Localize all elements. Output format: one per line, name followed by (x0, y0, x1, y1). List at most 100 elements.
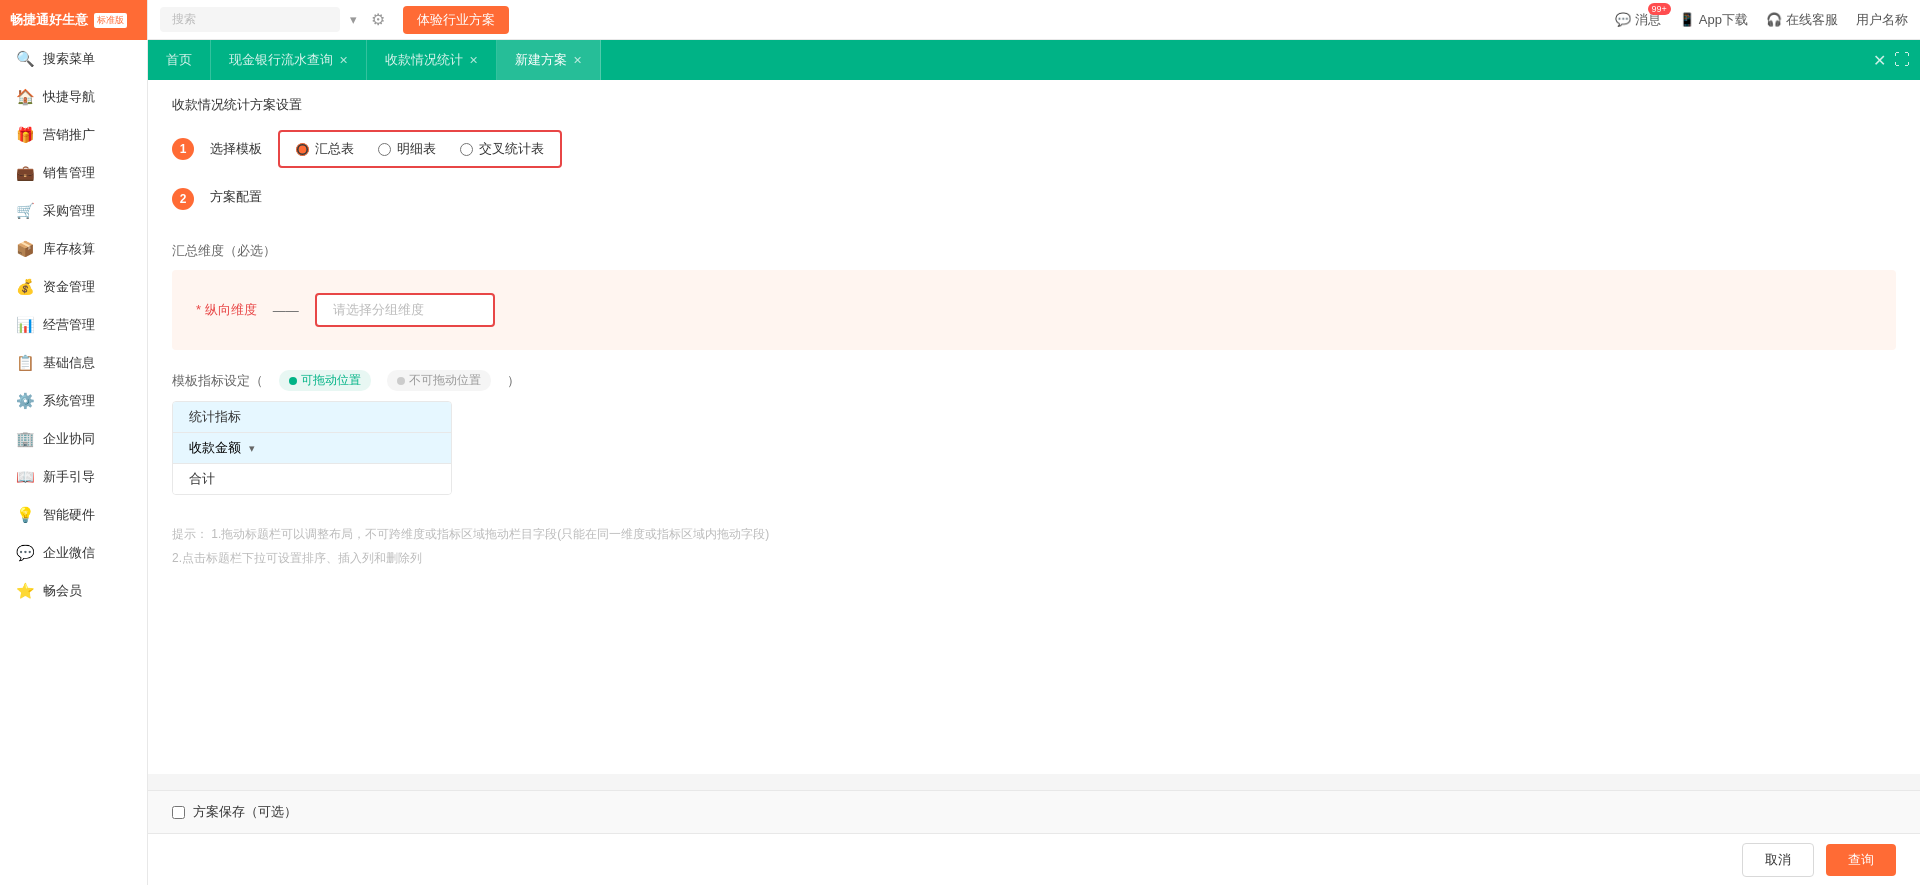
top-header: 搜索 ▾ ⚙ 体验行业方案 💬 消息 99+ 📱 App下载 🎧 在线客服 用户… (148, 0, 1920, 40)
save-checkbox[interactable] (172, 806, 185, 819)
cancel-button[interactable]: 取消 (1742, 843, 1814, 877)
page-content: 收款情况统计方案设置 1 选择模板 汇总表 明细表 交叉统计 (148, 80, 1920, 833)
trial-button[interactable]: 体验行业方案 (403, 6, 509, 34)
close-window-icon[interactable]: ✕ (1873, 51, 1886, 70)
sales-icon: 💼 (16, 164, 35, 182)
step2-section: 2 方案配置 (172, 188, 1896, 210)
logo-badge: 标准版 (94, 13, 127, 28)
draggable-badge: 可拖动位置 (279, 370, 371, 391)
dropdown-arrow-icon[interactable]: ▾ (350, 12, 357, 27)
wechat-icon: 💬 (16, 544, 35, 562)
sidebar-item-sales[interactable]: 💼 销售管理 (0, 154, 147, 192)
sidebar-logo: 畅捷通好生意 标准版 (0, 0, 147, 40)
radio-detail-input[interactable] (378, 143, 391, 156)
footer-bar: 取消 查询 (148, 833, 1920, 885)
service-icon: 🎧 (1766, 12, 1782, 27)
sidebar-item-label: 经营管理 (43, 316, 95, 334)
user-name[interactable]: 用户名称 (1856, 11, 1908, 29)
guide-icon: 📖 (16, 468, 35, 486)
radio-detail[interactable]: 明细表 (378, 140, 436, 158)
sidebar-item-vip[interactable]: ⭐ 畅会员 (0, 572, 147, 610)
radio-cross-input[interactable] (460, 143, 473, 156)
vertical-dimension-label: * 纵向维度 (196, 301, 257, 319)
sidebar-item-operations[interactable]: 📊 经营管理 (0, 306, 147, 344)
radio-detail-label: 明细表 (397, 140, 436, 158)
draggable-dot (289, 377, 297, 385)
sidebar-item-enterprise[interactable]: 🏢 企业协同 (0, 420, 147, 458)
search-bar[interactable]: 搜索 (160, 7, 340, 32)
tab-bank-flow[interactable]: 现金银行流水查询 ✕ (211, 40, 367, 80)
save-label: 方案保存（可选） (193, 803, 297, 821)
notification-item[interactable]: 💬 消息 99+ (1615, 11, 1661, 29)
tab-receipt-stats-label: 收款情况统计 (385, 51, 463, 69)
sidebar-item-label: 企业协同 (43, 430, 95, 448)
tab-home[interactable]: 首页 (148, 40, 211, 80)
dimension-row: * 纵向维度 —— 请选择分组维度 (196, 293, 495, 327)
tab-bar-actions: ✕ ⛶ (1863, 40, 1920, 80)
tab-home-label: 首页 (166, 51, 192, 69)
page-title: 收款情况统计方案设置 (172, 96, 1896, 114)
dimension-select[interactable]: 请选择分组维度 (315, 293, 495, 327)
receipt-amount-dropdown-icon[interactable]: ▾ (249, 442, 255, 455)
indicator-section: 模板指标设定（ 可拖动位置 不可拖动位置 ） 统计指标 收款金额 (172, 370, 1896, 498)
service-label: 在线客服 (1786, 11, 1838, 29)
sidebar: 畅捷通好生意 标准版 🔍 搜索菜单 🏠 快捷导航 🎁 营销推广 💼 销售管理 🛒… (0, 0, 148, 885)
receipt-amount-label: 收款金额 (189, 439, 241, 457)
dimension-arrow: —— (273, 303, 299, 318)
sidebar-item-marketing[interactable]: 🎁 营销推广 (0, 116, 147, 154)
hint-1: 提示： 1.拖动标题栏可以调整布局，不可跨维度或指标区域拖动栏目字段(只能在同一… (172, 522, 1896, 546)
dimension-section-label: 汇总维度（必选） (172, 242, 1896, 260)
sidebar-item-quick-nav[interactable]: 🏠 快捷导航 (0, 78, 147, 116)
hint-2: 2.点击标题栏下拉可设置排序、插入列和删除列 (172, 546, 1896, 570)
sidebar-item-basic-info[interactable]: 📋 基础信息 (0, 344, 147, 382)
sidebar-item-finance[interactable]: 💰 资金管理 (0, 268, 147, 306)
sidebar-item-hardware[interactable]: 💡 智能硬件 (0, 496, 147, 534)
basic-info-icon: 📋 (16, 354, 35, 372)
radio-summary-input[interactable] (296, 143, 309, 156)
sidebar-item-guide[interactable]: 📖 新手引导 (0, 458, 147, 496)
receipt-amount-row[interactable]: 收款金额 ▾ (173, 433, 451, 464)
sidebar-item-label: 库存核算 (43, 240, 95, 258)
app-download-item[interactable]: 📱 App下载 (1679, 11, 1748, 29)
purchase-icon: 🛒 (16, 202, 35, 220)
search-menu-icon: 🔍 (16, 50, 35, 68)
tab-new-plan-label: 新建方案 (515, 51, 567, 69)
radio-cross[interactable]: 交叉统计表 (460, 140, 544, 158)
sidebar-item-system[interactable]: ⚙️ 系统管理 (0, 382, 147, 420)
expand-window-icon[interactable]: ⛶ (1894, 51, 1910, 69)
home-icon: 🏠 (16, 88, 35, 106)
tab-new-plan-close[interactable]: ✕ (573, 54, 582, 67)
logo-text: 畅捷通好生意 (10, 11, 88, 29)
sidebar-item-search-menu[interactable]: 🔍 搜索菜单 (0, 40, 147, 78)
radio-cross-label: 交叉统计表 (479, 140, 544, 158)
radio-summary[interactable]: 汇总表 (296, 140, 354, 158)
sidebar-item-label: 采购管理 (43, 202, 95, 220)
step1-badge: 1 (172, 138, 194, 160)
tab-bank-flow-close[interactable]: ✕ (339, 54, 348, 67)
stats-label: 统计指标 (173, 402, 451, 433)
tab-new-plan[interactable]: 新建方案 ✕ (497, 40, 601, 80)
notification-badge: 99+ (1648, 3, 1671, 15)
step2-badge: 2 (172, 188, 194, 210)
vip-icon: ⭐ (16, 582, 35, 600)
total-row: 合计 (173, 464, 451, 494)
gift-icon: 🎁 (16, 126, 35, 144)
gear-icon[interactable]: ⚙ (371, 10, 385, 29)
tab-receipt-stats[interactable]: 收款情况统计 ✕ (367, 40, 497, 80)
tab-bank-flow-label: 现金银行流水查询 (229, 51, 333, 69)
sidebar-item-label: 新手引导 (43, 468, 95, 486)
sidebar-item-label: 资金管理 (43, 278, 95, 296)
sidebar-item-inventory[interactable]: 📦 库存核算 (0, 230, 147, 268)
header-right: 💬 消息 99+ 📱 App下载 🎧 在线客服 用户名称 (1615, 11, 1908, 29)
non-draggable-label: 不可拖动位置 (409, 372, 481, 389)
message-icon: 💬 (1615, 12, 1631, 27)
sidebar-item-purchase[interactable]: 🛒 采购管理 (0, 192, 147, 230)
indicator-header-label: 模板指标设定（ (172, 372, 263, 390)
online-service-item[interactable]: 🎧 在线客服 (1766, 11, 1838, 29)
finance-icon: 💰 (16, 278, 35, 296)
non-draggable-dot (397, 377, 405, 385)
sidebar-item-wechat[interactable]: 💬 企业微信 (0, 534, 147, 572)
query-button[interactable]: 查询 (1826, 844, 1896, 876)
tab-receipt-stats-close[interactable]: ✕ (469, 54, 478, 67)
sidebar-item-label: 快捷导航 (43, 88, 95, 106)
